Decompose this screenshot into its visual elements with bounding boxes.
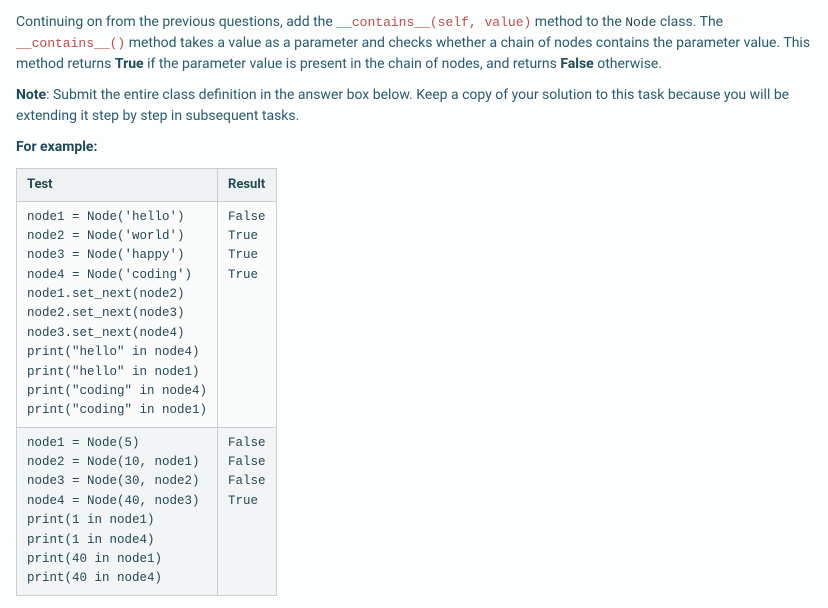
text: otherwise. [594, 56, 662, 72]
code-test: node1 = Node('hello') node2 = Node('worl… [27, 208, 207, 421]
note-label: Note [16, 87, 46, 103]
note-text: : Submit the entire class definition in … [16, 87, 789, 124]
code-result: False False False True [228, 434, 266, 512]
question-text: Continuing on from the previous question… [16, 12, 812, 596]
table-row: node1 = Node(5) node2 = Node(10, node1) … [17, 427, 277, 595]
paragraph-note: Note: Submit the entire class definition… [16, 85, 812, 127]
cell-result: False True True True [218, 201, 277, 427]
cell-result: False False False True [218, 427, 277, 595]
table-row: node1 = Node('hello') node2 = Node('worl… [17, 201, 277, 427]
header-result: Result [218, 169, 277, 202]
header-test: Test [17, 169, 218, 202]
bold-true: True [115, 56, 144, 72]
example-table: Test Result node1 = Node('hello') node2 … [16, 168, 277, 596]
text: Continuing on from the previous question… [16, 14, 336, 30]
paragraph-1: Continuing on from the previous question… [16, 12, 812, 75]
cell-test: node1 = Node(5) node2 = Node(10, node1) … [17, 427, 218, 595]
example-label: For example: [16, 137, 812, 158]
text: class. The [656, 14, 723, 30]
table-header-row: Test Result [17, 169, 277, 202]
code-result: False True True True [228, 208, 266, 286]
code-contains-signature: __contains__(self, value) [336, 15, 531, 30]
cell-test: node1 = Node('hello') node2 = Node('worl… [17, 201, 218, 427]
text: method to the [531, 14, 625, 30]
code-contains-call: __contains__() [16, 36, 125, 51]
text: if the parameter value is present in the… [144, 56, 561, 72]
code-test: node1 = Node(5) node2 = Node(10, node1) … [27, 434, 207, 589]
bold-false: False [560, 56, 593, 72]
code-node-class: Node [625, 15, 656, 30]
